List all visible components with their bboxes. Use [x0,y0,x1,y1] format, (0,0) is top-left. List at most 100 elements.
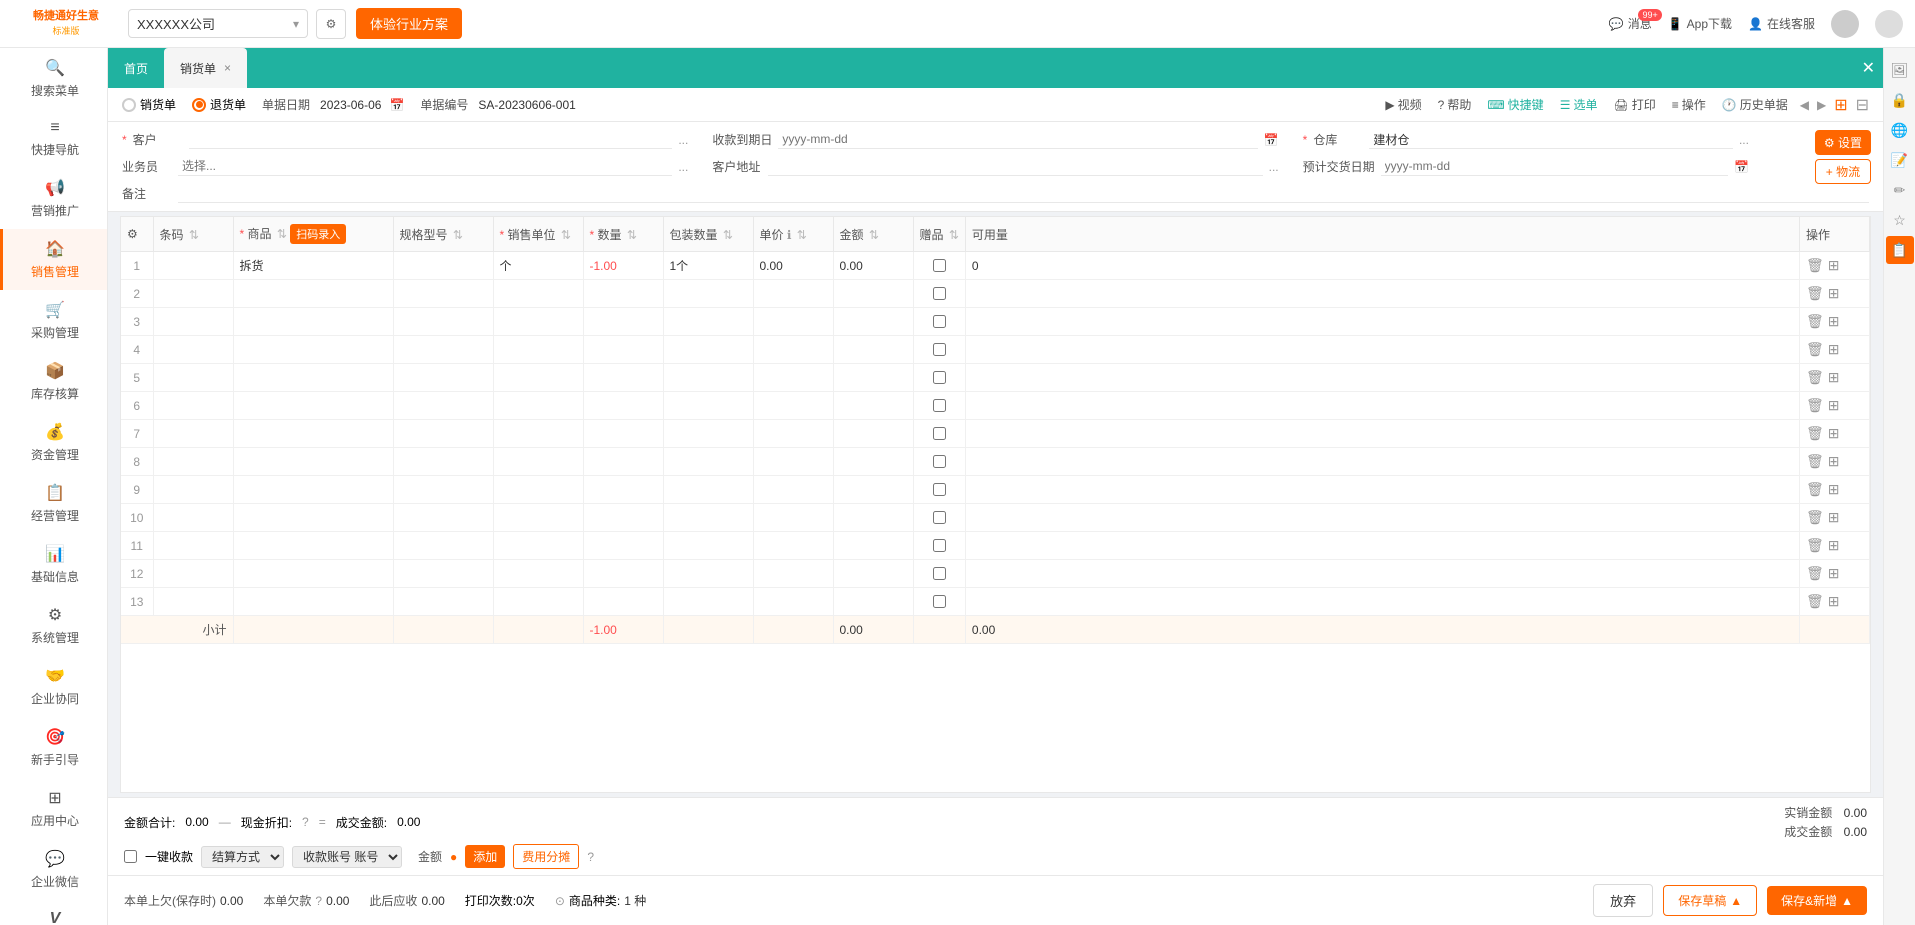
copy-row-icon[interactable]: ⊞ [1828,537,1840,554]
product-types-hint[interactable]: ⊙ [555,894,565,908]
cell-product[interactable] [233,280,393,308]
sort-gift-icon[interactable]: ⇅ [949,228,959,242]
copy-row-icon[interactable]: ⊞ [1828,425,1840,442]
cell-unit-price[interactable] [753,588,833,616]
copy-row-icon[interactable]: ⊞ [1828,593,1840,610]
cell-product[interactable] [233,476,393,504]
sidebar-item-finance[interactable]: 💰 资金管理 [0,412,107,473]
gift-checkbox[interactable] [933,287,946,300]
cell-pack-qty[interactable] [663,392,753,420]
cell-spec[interactable] [393,476,493,504]
cell-pack-qty[interactable] [663,532,753,560]
toolbar-print[interactable]: 🖨 打印 [1609,94,1659,115]
cell-unit[interactable] [493,280,583,308]
cell-pack-qty[interactable] [663,560,753,588]
cell-spec[interactable] [393,448,493,476]
cell-unit-price[interactable] [753,308,833,336]
cell-amount[interactable] [833,308,913,336]
sort-qty-icon[interactable]: ⇅ [627,228,637,242]
view-list-icon[interactable]: ⊞ [1834,95,1847,115]
close-window-icon[interactable]: ✕ [1862,58,1875,78]
cell-product[interactable] [233,392,393,420]
cell-spec[interactable] [393,532,493,560]
rt-edit-btn[interactable]: ✏ [1886,176,1914,204]
gift-checkbox[interactable] [933,399,946,412]
cell-barcode[interactable] [153,588,233,616]
cell-quantity[interactable] [583,364,663,392]
delete-row-icon[interactable]: 🗑 [1806,341,1824,358]
rt-action-btn[interactable]: 📋 [1886,236,1914,264]
cell-unit-price[interactable] [753,476,833,504]
toolbar-history[interactable]: 🕐 历史单据 [1718,94,1792,115]
logistics-button[interactable]: + 物流 [1815,159,1871,184]
cell-product[interactable] [233,504,393,532]
toolbar-help[interactable]: ? 帮助 [1434,94,1476,115]
gift-checkbox[interactable] [933,595,946,608]
sidebar-item-wechat[interactable]: 💬 企业微信 [0,839,107,900]
cell-gift[interactable] [913,560,965,588]
sort-spec-icon[interactable]: ⇅ [453,228,463,242]
copy-row-icon[interactable]: ⊞ [1828,453,1840,470]
customer-ellipsis[interactable]: ... [678,133,688,147]
delete-row-icon[interactable]: 🗑 [1806,565,1824,582]
tab-home[interactable]: 首页 [108,48,164,88]
sidebar-item-search[interactable]: 🔍 搜索菜单 [0,48,107,109]
nav-prev-icon[interactable]: ◀ [1800,98,1809,112]
cell-unit-price[interactable] [753,420,833,448]
sort-barcode-icon[interactable]: ⇅ [189,228,199,242]
cell-quantity[interactable]: -1.00 [583,252,663,280]
abandon-button[interactable]: 放弃 [1593,884,1653,917]
cell-unit[interactable] [493,532,583,560]
cell-pack-qty[interactable] [663,308,753,336]
cell-quantity[interactable] [583,560,663,588]
cell-amount[interactable] [833,504,913,532]
delete-row-icon[interactable]: 🗑 [1806,369,1824,386]
cell-pack-qty[interactable] [663,364,753,392]
sidebar-item-shortcut[interactable]: ≡ 快捷导航 [0,109,107,168]
copy-row-icon[interactable]: ⊞ [1828,285,1840,302]
cell-gift[interactable] [913,504,965,532]
cell-product[interactable] [233,336,393,364]
cell-amount[interactable] [833,560,913,588]
warehouse-ellipsis[interactable]: ... [1739,133,1749,147]
cell-unit-price[interactable] [753,448,833,476]
gift-checkbox[interactable] [933,483,946,496]
cell-gift[interactable] [913,420,965,448]
app-download-button[interactable]: 📱 App下载 [1668,15,1732,32]
gift-checkbox[interactable] [933,567,946,580]
sort-amount-icon[interactable]: ⇅ [869,228,879,242]
cell-spec[interactable] [393,336,493,364]
cell-product[interactable]: 拆货 [233,252,393,280]
cell-unit-price[interactable] [753,560,833,588]
view-grid-icon[interactable]: ⊟ [1856,95,1869,115]
cell-unit-price[interactable] [753,532,833,560]
cell-amount[interactable]: 0.00 [833,252,913,280]
cell-pack-qty[interactable]: 1个 [663,252,753,280]
nav-next-icon[interactable]: ▶ [1817,98,1826,112]
toolbar-operations[interactable]: ≡ 操作 [1668,94,1710,115]
fee-help-icon[interactable]: ? [587,850,594,864]
avatar[interactable] [1831,10,1859,38]
sort-pack-icon[interactable]: ⇅ [723,228,733,242]
cell-pack-qty[interactable] [663,476,753,504]
sidebar-item-marketing[interactable]: 📢 营销推广 [0,168,107,229]
payment-calendar-icon[interactable]: 📅 [1264,133,1279,147]
cell-unit[interactable] [493,476,583,504]
add-button[interactable]: 添加 [465,845,505,868]
delete-row-icon[interactable]: 🗑 [1806,593,1824,610]
cell-quantity[interactable] [583,420,663,448]
rt-star-btn[interactable]: ☆ [1886,206,1914,234]
cell-pack-qty[interactable] [663,588,753,616]
rt-image-btn[interactable]: 🖼 [1886,56,1914,84]
sidebar-item-sales[interactable]: 🏠 销售管理 [0,229,107,290]
cell-unit-price[interactable] [753,364,833,392]
cell-pack-qty[interactable] [663,504,753,532]
cell-spec[interactable] [393,504,493,532]
cell-amount[interactable] [833,448,913,476]
copy-row-icon[interactable]: ⊞ [1828,565,1840,582]
cell-unit[interactable] [493,420,583,448]
sidebar-item-operations[interactable]: 📋 经营管理 [0,473,107,534]
cell-product[interactable] [233,560,393,588]
radio-returns-circle[interactable] [192,98,206,112]
cell-unit[interactable] [493,560,583,588]
